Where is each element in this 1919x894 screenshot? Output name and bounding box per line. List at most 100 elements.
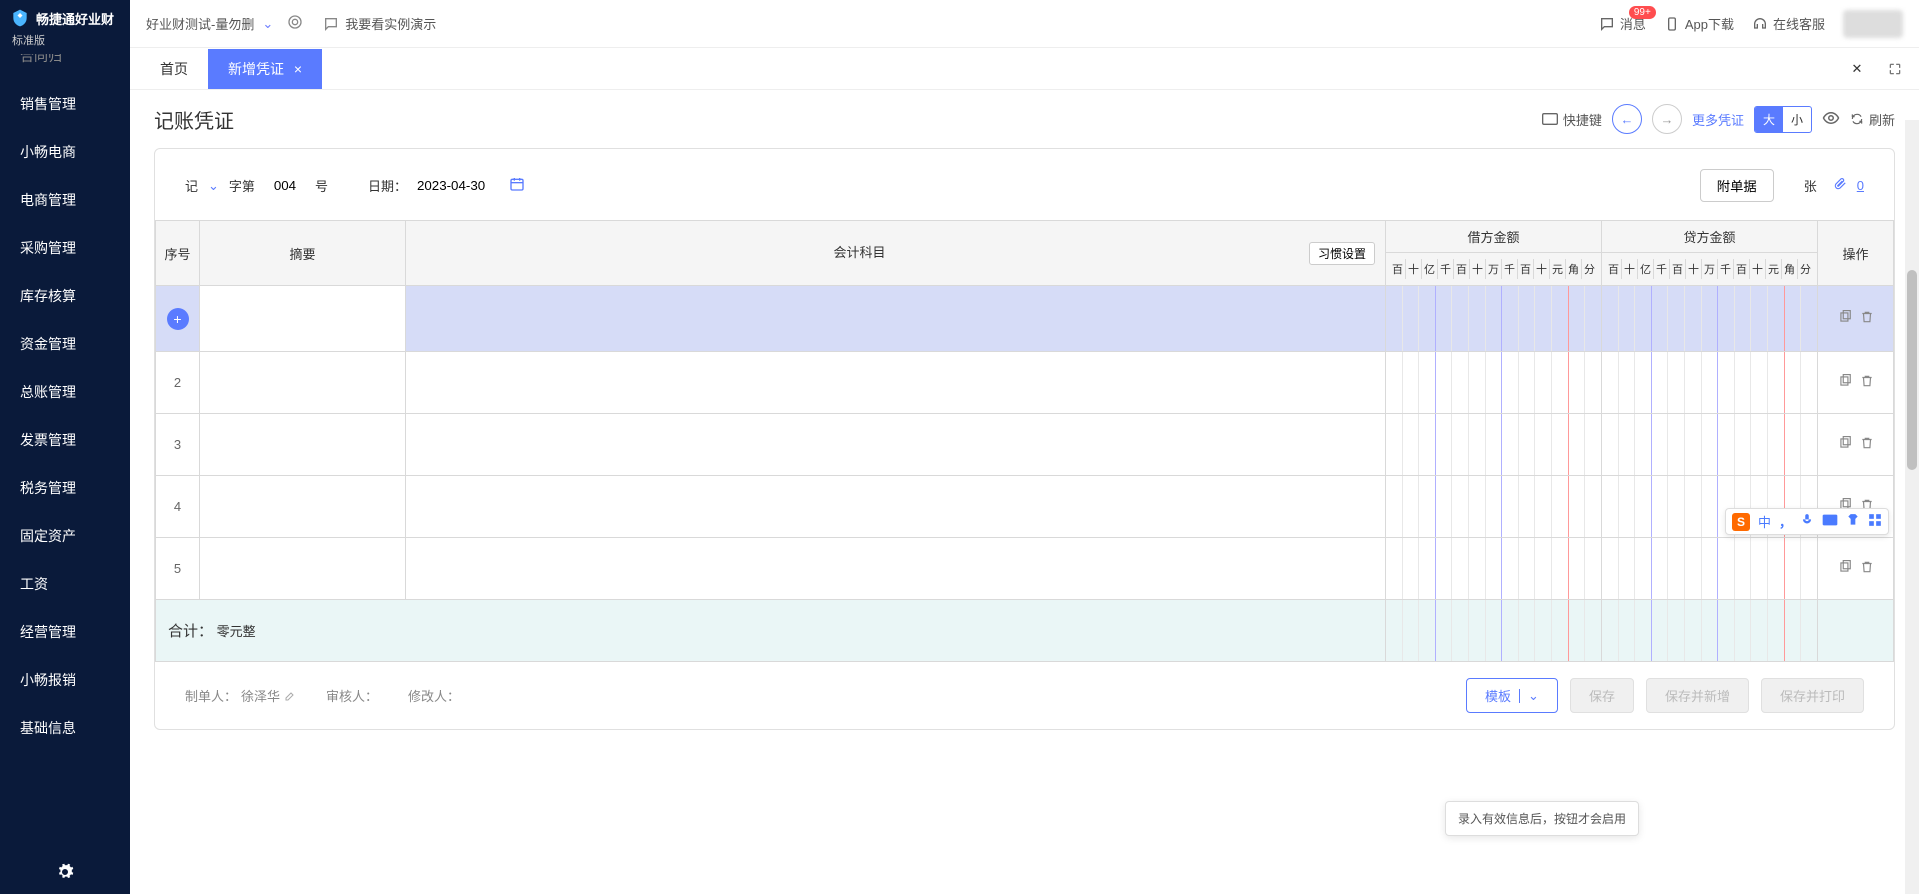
- nav-item[interactable]: 采购管理: [0, 224, 130, 272]
- table-row[interactable]: 2: [156, 352, 1894, 414]
- debit-cell[interactable]: [1386, 476, 1602, 538]
- digit-label: 十: [1534, 259, 1550, 279]
- prev-button[interactable]: ←: [1612, 104, 1642, 134]
- save-print-button: 保存并打印: [1761, 678, 1864, 713]
- calendar-icon[interactable]: [509, 176, 525, 195]
- nav-item[interactable]: 小畅电商: [0, 128, 130, 176]
- table-row[interactable]: 4: [156, 476, 1894, 538]
- voucher-type[interactable]: 记: [185, 176, 198, 195]
- nav-item[interactable]: 发票管理: [0, 416, 130, 464]
- nav-item[interactable]: 工资: [0, 560, 130, 608]
- copy-icon[interactable]: [1838, 312, 1852, 327]
- th-summary: 摘要: [200, 221, 406, 286]
- chevron-down-icon[interactable]: ⌄: [208, 178, 219, 194]
- shortcut-button[interactable]: 快捷键: [1542, 110, 1602, 129]
- summary-cell[interactable]: [200, 414, 406, 476]
- visibility-button[interactable]: [1822, 109, 1840, 130]
- credit-digits: 百十亿千百十万千百十元角分: [1602, 253, 1818, 286]
- fullscreen-button[interactable]: [1881, 55, 1909, 83]
- table-row[interactable]: 5: [156, 538, 1894, 600]
- maker-label: 制单人：: [185, 686, 237, 705]
- nav-item[interactable]: 固定资产: [0, 512, 130, 560]
- scrollbar[interactable]: [1905, 120, 1919, 894]
- avatar[interactable]: [1843, 10, 1903, 38]
- op-cell: [1818, 538, 1894, 600]
- delete-icon[interactable]: [1860, 312, 1874, 327]
- refresh-icon: [1850, 112, 1864, 126]
- nav-item[interactable]: 资金管理: [0, 320, 130, 368]
- delete-icon[interactable]: [1860, 562, 1874, 577]
- debit-cell[interactable]: [1386, 286, 1602, 352]
- debit-cell[interactable]: [1386, 538, 1602, 600]
- edit-icon[interactable]: [284, 690, 296, 702]
- copy-icon[interactable]: [1838, 562, 1852, 577]
- tab-home[interactable]: 首页: [140, 49, 208, 89]
- refresh-button[interactable]: 刷新: [1850, 110, 1895, 129]
- delete-icon[interactable]: [1860, 438, 1874, 453]
- debit-cell[interactable]: [1386, 352, 1602, 414]
- summary-cell[interactable]: [200, 352, 406, 414]
- nav-item[interactable]: 经营管理: [0, 608, 130, 656]
- date-input[interactable]: [413, 176, 503, 196]
- seq-cell: +: [156, 286, 200, 352]
- mic-icon[interactable]: [1800, 513, 1814, 530]
- account-cell[interactable]: [406, 538, 1386, 600]
- size-small[interactable]: 小: [1783, 107, 1811, 132]
- delete-icon[interactable]: [1860, 376, 1874, 391]
- nav-item-cut[interactable]: 合同归: [0, 54, 130, 80]
- account-cell[interactable]: [406, 352, 1386, 414]
- voucher-number-input[interactable]: [265, 176, 305, 196]
- template-button[interactable]: 模板 ⌄: [1466, 678, 1558, 713]
- tab-new-voucher[interactable]: 新增凭证 ×: [208, 49, 322, 89]
- ime-lang[interactable]: 中: [1758, 512, 1771, 531]
- settings-icon[interactable]: [287, 14, 303, 33]
- nav-item[interactable]: 基础信息: [0, 704, 130, 752]
- summary-cell[interactable]: [200, 538, 406, 600]
- more-voucher-link[interactable]: 更多凭证: [1692, 110, 1744, 129]
- table-row[interactable]: 3: [156, 414, 1894, 476]
- menu-icon[interactable]: [1868, 513, 1882, 530]
- ime-comma[interactable]: ，: [1779, 512, 1792, 531]
- copy-icon[interactable]: [1838, 376, 1852, 391]
- habit-button[interactable]: 习惯设置: [1309, 242, 1375, 265]
- digit-label: 千: [1502, 259, 1518, 279]
- account-cell[interactable]: [406, 476, 1386, 538]
- app-download[interactable]: App下载: [1664, 14, 1734, 33]
- scroll-thumb[interactable]: [1907, 270, 1917, 470]
- summary-cell[interactable]: [200, 286, 406, 352]
- close-icon[interactable]: ×: [294, 61, 302, 77]
- copy-icon[interactable]: [1838, 438, 1852, 453]
- next-button[interactable]: →: [1652, 104, 1682, 134]
- keyboard-icon[interactable]: [1822, 513, 1838, 530]
- skin-icon[interactable]: [1846, 513, 1860, 530]
- online-service[interactable]: 在线客服: [1752, 14, 1825, 33]
- credit-cell[interactable]: [1602, 414, 1818, 476]
- debit-cell[interactable]: [1386, 414, 1602, 476]
- nav-item[interactable]: 总账管理: [0, 368, 130, 416]
- account-cell[interactable]: [406, 286, 1386, 352]
- nav-item[interactable]: 电商管理: [0, 176, 130, 224]
- settings-button[interactable]: [0, 853, 130, 894]
- attach-button[interactable]: 附单据: [1700, 169, 1774, 202]
- add-row-button[interactable]: +: [167, 308, 189, 330]
- size-big[interactable]: 大: [1755, 107, 1783, 132]
- demo-link[interactable]: 我要看实例演示: [323, 14, 436, 33]
- message-button[interactable]: 消息 99+: [1599, 14, 1646, 33]
- debit-digits: 百十亿千百十万千百十元角分: [1386, 253, 1602, 286]
- nav-item[interactable]: 销售管理: [0, 80, 130, 128]
- summary-input[interactable]: [203, 289, 402, 345]
- credit-cell[interactable]: [1602, 538, 1818, 600]
- close-all-button[interactable]: ✕: [1843, 55, 1871, 83]
- nav-item[interactable]: 库存核算: [0, 272, 130, 320]
- table-row[interactable]: +: [156, 286, 1894, 352]
- nav-item[interactable]: 小畅报销: [0, 656, 130, 704]
- credit-cell[interactable]: [1602, 352, 1818, 414]
- credit-cell[interactable]: [1602, 286, 1818, 352]
- org-selector[interactable]: 好业财测试-量勿删 ⌄: [146, 14, 273, 33]
- ime-bar[interactable]: S 中 ，: [1725, 508, 1889, 535]
- app-label: App下载: [1685, 14, 1734, 33]
- nav-item[interactable]: 税务管理: [0, 464, 130, 512]
- account-cell[interactable]: [406, 414, 1386, 476]
- paperclip-icon[interactable]: [1833, 177, 1847, 194]
- summary-cell[interactable]: [200, 476, 406, 538]
